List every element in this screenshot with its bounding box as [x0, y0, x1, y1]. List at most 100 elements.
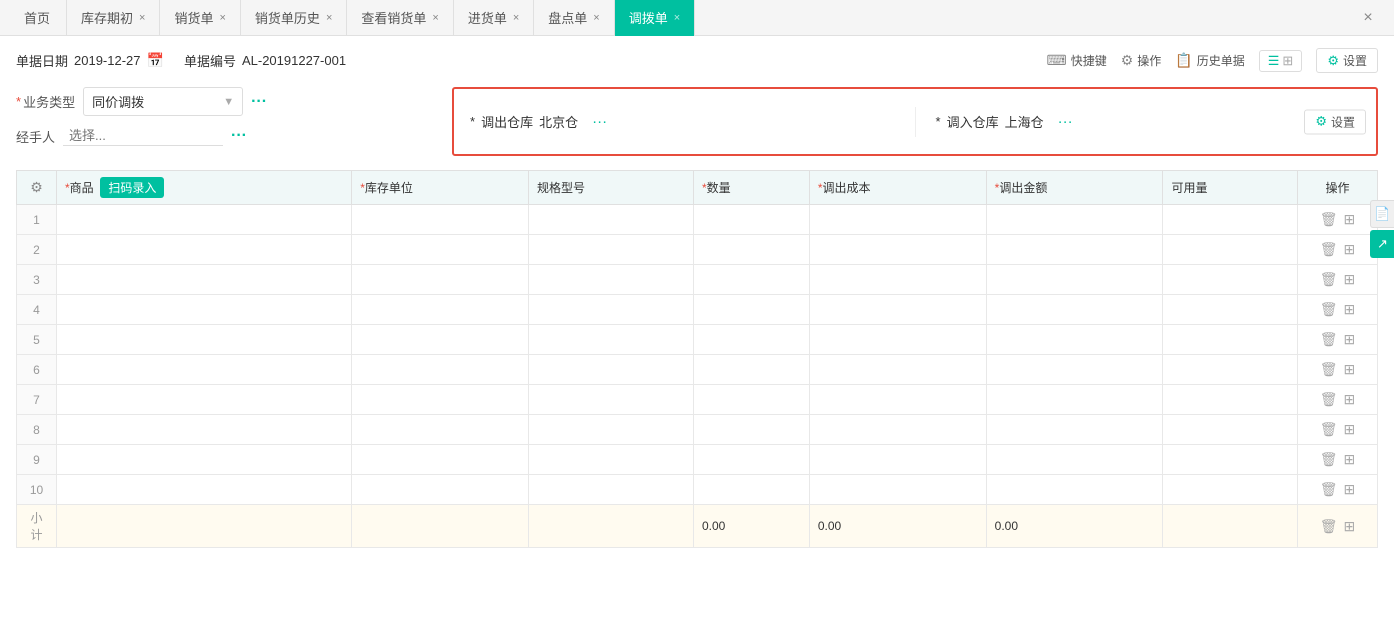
close-view-sales[interactable]: ×	[432, 12, 438, 24]
subtotal-delete-icon[interactable]: 🗑	[1320, 518, 1338, 535]
row-delete-icon[interactable]: 🗑	[1320, 241, 1338, 258]
row-unit-cell[interactable]	[352, 325, 529, 355]
row-product-cell[interactable]	[57, 355, 352, 385]
tab-home[interactable]: 首页	[8, 0, 67, 36]
row-delete-icon[interactable]: 🗑	[1320, 451, 1338, 468]
row-amount-cell[interactable]	[986, 325, 1163, 355]
subtotal-copy-icon[interactable]: ⊞	[1344, 518, 1356, 535]
row-spec-cell[interactable]	[529, 355, 694, 385]
row-delete-icon[interactable]: 🗑	[1320, 301, 1338, 318]
row-cost-cell[interactable]	[809, 355, 986, 385]
row-qty-cell[interactable]	[693, 205, 809, 235]
handler-input[interactable]	[63, 126, 223, 146]
row-copy-icon[interactable]: ⊞	[1344, 211, 1356, 228]
transfer-in-value[interactable]: 上海仓	[1005, 112, 1044, 131]
row-delete-icon[interactable]: 🗑	[1320, 391, 1338, 408]
transfer-in-more-icon[interactable]: ···	[1058, 113, 1073, 130]
row-copy-icon[interactable]: ⊞	[1344, 301, 1356, 318]
row-spec-cell[interactable]	[529, 265, 694, 295]
row-copy-icon[interactable]: ⊞	[1344, 241, 1356, 258]
close-purchase-order[interactable]: ×	[513, 12, 519, 24]
business-type-select[interactable]: 同价调拨 ▼	[83, 87, 243, 116]
right-float-export-icon[interactable]: ↗	[1370, 230, 1394, 258]
business-type-more-icon[interactable]: ···	[251, 93, 267, 111]
scan-input-button[interactable]: 扫码录入	[100, 177, 164, 198]
row-product-cell[interactable]	[57, 415, 352, 445]
close-sales-order[interactable]: ×	[219, 12, 225, 24]
setting-button[interactable]: ⚙ 设置	[1316, 48, 1378, 73]
row-unit-cell[interactable]	[352, 385, 529, 415]
tab-sales-order[interactable]: 销货单 ×	[160, 0, 240, 36]
row-product-cell[interactable]	[57, 295, 352, 325]
row-amount-cell[interactable]	[986, 445, 1163, 475]
tab-transfer-order[interactable]: 调拨单 ×	[615, 0, 695, 36]
close-sales-history[interactable]: ×	[326, 12, 332, 24]
row-unit-cell[interactable]	[352, 265, 529, 295]
row-cost-cell[interactable]	[809, 385, 986, 415]
row-spec-cell[interactable]	[529, 475, 694, 505]
row-qty-cell[interactable]	[693, 445, 809, 475]
row-amount-cell[interactable]	[986, 385, 1163, 415]
row-amount-cell[interactable]	[986, 235, 1163, 265]
shortcut-key-button[interactable]: ⌨ 快捷键	[1047, 52, 1107, 69]
row-copy-icon[interactable]: ⊞	[1344, 421, 1356, 438]
row-product-cell[interactable]	[57, 265, 352, 295]
row-product-cell[interactable]	[57, 235, 352, 265]
row-unit-cell[interactable]	[352, 445, 529, 475]
close-inventory-init[interactable]: ×	[139, 12, 145, 24]
row-spec-cell[interactable]	[529, 205, 694, 235]
row-spec-cell[interactable]	[529, 235, 694, 265]
handler-more-icon[interactable]: ···	[231, 127, 247, 145]
row-unit-cell[interactable]	[352, 295, 529, 325]
row-delete-icon[interactable]: 🗑	[1320, 271, 1338, 288]
row-unit-cell[interactable]	[352, 415, 529, 445]
row-amount-cell[interactable]	[986, 415, 1163, 445]
row-qty-cell[interactable]	[693, 475, 809, 505]
row-product-cell[interactable]	[57, 325, 352, 355]
inline-setting-button[interactable]: ⚙ 设置	[1304, 109, 1366, 134]
row-qty-cell[interactable]	[693, 295, 809, 325]
row-delete-icon[interactable]: 🗑	[1320, 211, 1338, 228]
row-qty-cell[interactable]	[693, 325, 809, 355]
row-spec-cell[interactable]	[529, 415, 694, 445]
row-product-cell[interactable]	[57, 445, 352, 475]
operation-button[interactable]: ⚙ 操作	[1121, 52, 1162, 69]
table-gear-icon[interactable]: ⚙	[30, 179, 43, 195]
row-cost-cell[interactable]	[809, 445, 986, 475]
row-copy-icon[interactable]: ⊞	[1344, 481, 1356, 498]
row-qty-cell[interactable]	[693, 355, 809, 385]
row-amount-cell[interactable]	[986, 355, 1163, 385]
tab-inventory-check[interactable]: 盘点单 ×	[534, 0, 614, 36]
row-spec-cell[interactable]	[529, 295, 694, 325]
calendar-icon[interactable]: 📅	[147, 52, 164, 69]
row-copy-icon[interactable]: ⊞	[1344, 271, 1356, 288]
row-cost-cell[interactable]	[809, 325, 986, 355]
row-unit-cell[interactable]	[352, 235, 529, 265]
row-spec-cell[interactable]	[529, 445, 694, 475]
row-unit-cell[interactable]	[352, 355, 529, 385]
layout-toggle-button[interactable]: ☰ ⊞	[1259, 50, 1303, 72]
row-delete-icon[interactable]: 🗑	[1320, 361, 1338, 378]
row-amount-cell[interactable]	[986, 205, 1163, 235]
close-all-tabs-button[interactable]: ×	[1354, 4, 1382, 32]
row-cost-cell[interactable]	[809, 265, 986, 295]
row-qty-cell[interactable]	[693, 415, 809, 445]
row-copy-icon[interactable]: ⊞	[1344, 361, 1356, 378]
th-gear[interactable]: ⚙	[17, 171, 57, 205]
row-unit-cell[interactable]	[352, 205, 529, 235]
row-product-cell[interactable]	[57, 385, 352, 415]
row-qty-cell[interactable]	[693, 265, 809, 295]
row-amount-cell[interactable]	[986, 265, 1163, 295]
tab-purchase-order[interactable]: 进货单 ×	[454, 0, 534, 36]
close-inventory-check[interactable]: ×	[593, 12, 599, 24]
row-copy-icon[interactable]: ⊞	[1344, 391, 1356, 408]
row-qty-cell[interactable]	[693, 385, 809, 415]
close-transfer-order[interactable]: ×	[674, 12, 680, 24]
row-qty-cell[interactable]	[693, 235, 809, 265]
tab-sales-history[interactable]: 销货单历史 ×	[241, 0, 347, 36]
row-spec-cell[interactable]	[529, 325, 694, 355]
row-delete-icon[interactable]: 🗑	[1320, 421, 1338, 438]
row-cost-cell[interactable]	[809, 295, 986, 325]
right-float-doc-icon[interactable]: 📄	[1370, 200, 1394, 228]
row-delete-icon[interactable]: 🗑	[1320, 481, 1338, 498]
